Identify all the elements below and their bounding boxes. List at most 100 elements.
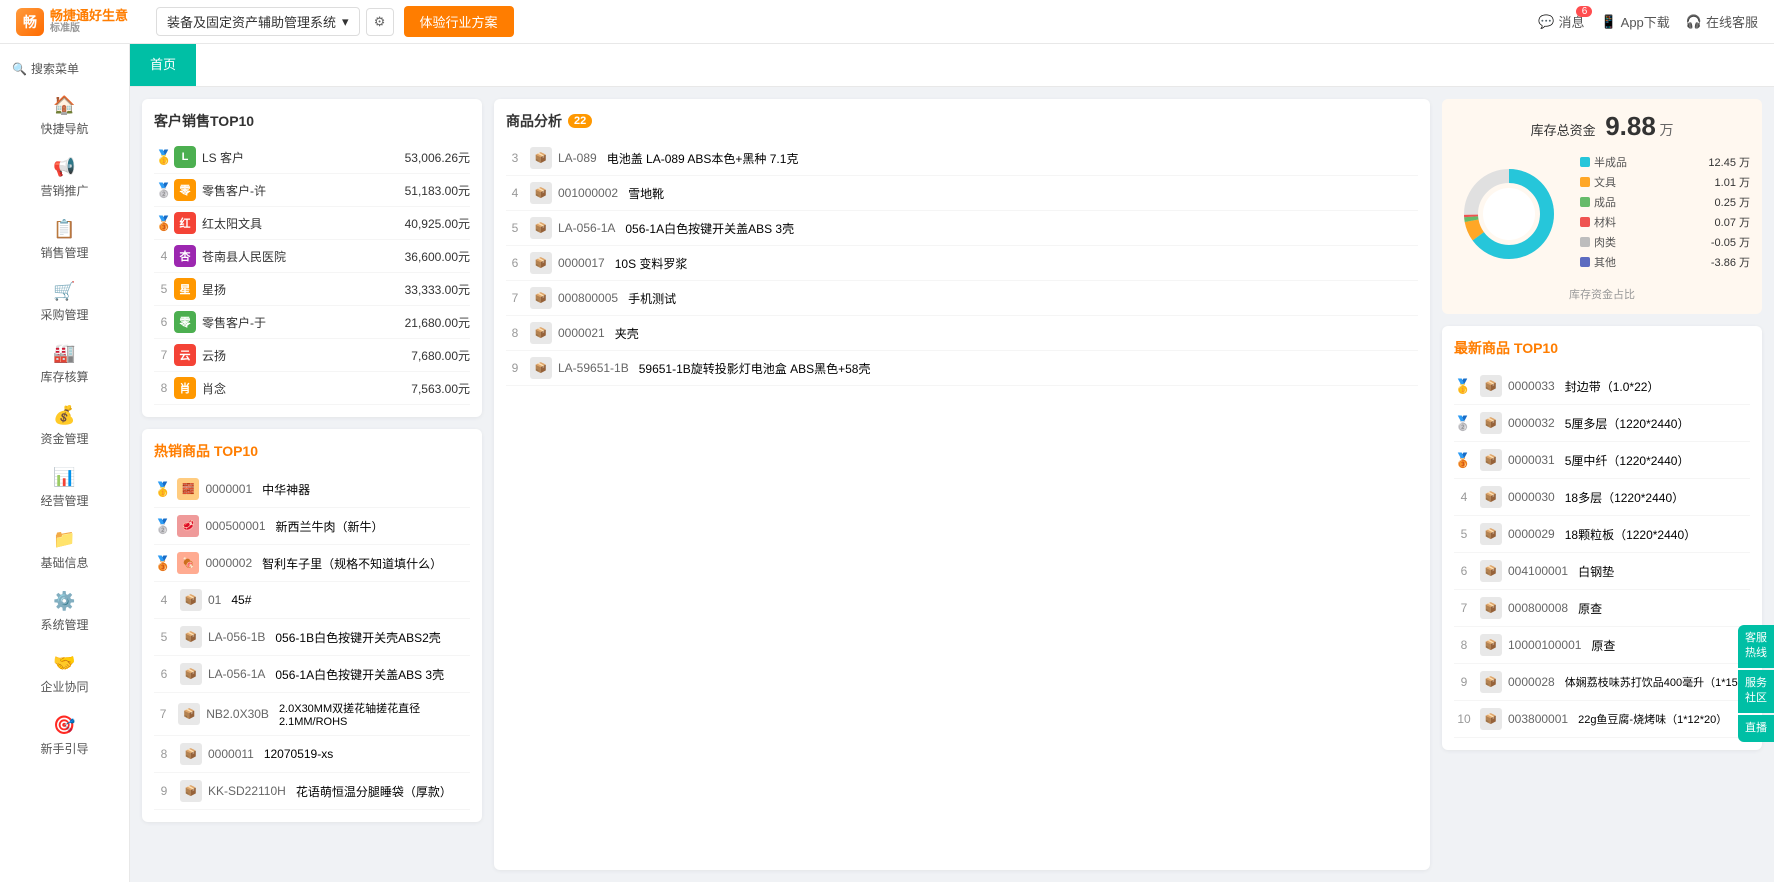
hot-products-title: 热销商品 TOP10 bbox=[154, 441, 470, 461]
new-medal-3: 🥉 bbox=[1454, 452, 1474, 469]
main-layout: 🔍 搜索菜单 🏠 快捷导航 📢 营销推广 📋 销售管理 🛒 采购管理 🏭 库存核… bbox=[0, 44, 1774, 882]
rank-avatar-1: L bbox=[174, 146, 196, 168]
sidebar-item-marketing[interactable]: 📢 营销推广 bbox=[0, 147, 129, 209]
rank-medal-3: 🥉 bbox=[154, 215, 174, 232]
float-btn-community[interactable]: 服务社区 bbox=[1738, 670, 1774, 713]
hot-product-row-5: 5 📦 LA-056-1B 056-1B白色按键开关壳ABS2壳 bbox=[154, 619, 470, 656]
message-button[interactable]: 💬 消息 6 bbox=[1538, 12, 1584, 31]
new-img-2: 📦 bbox=[1480, 412, 1502, 434]
legend-item-4: 肉类 -0.05 万 bbox=[1580, 234, 1750, 250]
sidebar-item-finance[interactable]: 💰 资金管理 bbox=[0, 395, 129, 457]
hot-product-row-9: 9 📦 KK-SD22110H 花语萌恒温分腿睡袋（厚款） bbox=[154, 773, 470, 810]
rank-medal-2: 🥈 bbox=[154, 182, 174, 199]
donut-container: 半成品 12.45 万 文具 1.01 万 成品 0 bbox=[1454, 146, 1750, 282]
sidebar-item-inventory[interactable]: 🏭 库存核算 bbox=[0, 333, 129, 395]
new-img-7: 📦 bbox=[1480, 597, 1502, 619]
float-btn-service[interactable]: 客服热线 bbox=[1738, 625, 1774, 668]
hot-medal-1: 🥇 bbox=[154, 481, 171, 498]
rank-row-8: 8 肖 肖念 7,563.00元 bbox=[154, 372, 470, 405]
new-products-card: 最新商品 TOP10 🥇 📦 0000033 封边带（1.0*22） 🥈 📦 0… bbox=[1442, 326, 1762, 750]
mid-product-row-1: 3 📦 LA-089 电池盖 LA-089 ABS本色+黑种 7.1克 bbox=[506, 141, 1418, 176]
new-img-6: 📦 bbox=[1480, 560, 1502, 582]
guide-icon: 🎯 bbox=[53, 715, 75, 736]
new-product-row-4: 4 📦 0000030 18多层（1220*2440） bbox=[1454, 479, 1750, 516]
headset-icon: 🎧 bbox=[1686, 14, 1702, 30]
new-product-row-5: 5 📦 0000029 18颗粒板（1220*2440） bbox=[1454, 516, 1750, 553]
new-img-9: 📦 bbox=[1480, 671, 1502, 693]
sidebar-item-sales[interactable]: 📋 销售管理 bbox=[0, 209, 129, 271]
new-products-title: 最新商品 TOP10 bbox=[1454, 338, 1750, 358]
left-column: 客户销售TOP10 🥇 L LS 客户 53,006.26元 🥈 零 零售客 bbox=[142, 99, 482, 870]
rank-medal-1: 🥇 bbox=[154, 149, 174, 166]
mid-product-row-2: 4 📦 001000002 雪地靴 bbox=[506, 176, 1418, 211]
logo-text: 畅捷通好生意 标准版 bbox=[50, 8, 128, 36]
legend-item-0: 半成品 12.45 万 bbox=[1580, 154, 1750, 170]
sidebar-item-basics[interactable]: 📁 基础信息 bbox=[0, 519, 129, 581]
customer-ranking-table: 🥇 L LS 客户 53,006.26元 🥈 零 零售客户-许 51,183.0… bbox=[154, 141, 470, 405]
content-tabs: 首页 bbox=[130, 44, 1774, 87]
sidebar-item-guide[interactable]: 🎯 新手引导 bbox=[0, 705, 129, 767]
mid-img-5: 📦 bbox=[530, 287, 552, 309]
settings-button[interactable]: ⚙ bbox=[366, 8, 394, 36]
mid-img-6: 📦 bbox=[530, 322, 552, 344]
new-img-5: 📦 bbox=[1480, 523, 1502, 545]
legend-item-3: 材料 0.07 万 bbox=[1580, 214, 1750, 230]
sidebar-item-system[interactable]: ⚙️ 系统管理 bbox=[0, 581, 129, 643]
legend-item-1: 文具 1.01 万 bbox=[1580, 174, 1750, 190]
search-menu-item[interactable]: 🔍 搜索菜单 bbox=[0, 52, 129, 85]
hot-product-row-1: 🥇 🧱 0000001 中华神器 bbox=[154, 471, 470, 508]
sidebar-item-collab[interactable]: 🤝 企业协同 bbox=[0, 643, 129, 705]
new-product-row-2: 🥈 📦 0000032 5厘多层（1220*2440） bbox=[1454, 405, 1750, 442]
new-product-row-7: 7 📦 000800008 原查 bbox=[1454, 590, 1750, 627]
legend-dot-1 bbox=[1580, 177, 1590, 187]
new-img-1: 📦 bbox=[1480, 375, 1502, 397]
hot-product-row-6: 6 📦 LA-056-1A 056-1A白色按键开关盖ABS 3壳 bbox=[154, 656, 470, 693]
legend-item-2: 成品 0.25 万 bbox=[1580, 194, 1750, 210]
mid-product-row-4: 6 📦 0000017 10S 变料罗浆 bbox=[506, 246, 1418, 281]
legend-dot-0 bbox=[1580, 157, 1590, 167]
customer-ranking-title: 客户销售TOP10 bbox=[154, 111, 470, 131]
mid-img-3: 📦 bbox=[530, 217, 552, 239]
product-analysis-title: 商品分析 22 bbox=[506, 111, 1418, 131]
chevron-down-icon: ▾ bbox=[342, 14, 349, 30]
hot-img-8: 📦 bbox=[180, 743, 202, 765]
collab-icon: 🤝 bbox=[53, 653, 75, 674]
mid-column: 商品分析 22 3 📦 LA-089 电池盖 LA-089 ABS本色+黑种 7… bbox=[494, 99, 1430, 870]
tab-home[interactable]: 首页 bbox=[130, 44, 196, 86]
new-img-3: 📦 bbox=[1480, 449, 1502, 471]
rank-row-5: 5 星 星扬 33,333.00元 bbox=[154, 273, 470, 306]
new-product-row-9: 9 📦 0000028 体娴荔枝味苏打饮品400毫升（1*15） bbox=[1454, 664, 1750, 701]
logo-icon: 畅 bbox=[16, 8, 44, 36]
new-img-8: 📦 bbox=[1480, 634, 1502, 656]
inventory-card: 库存总资金 9.88 万 bbox=[1442, 99, 1762, 314]
legend-dot-2 bbox=[1580, 197, 1590, 207]
legend-item-5: 其他 -3.86 万 bbox=[1580, 254, 1750, 270]
message-icon: 💬 bbox=[1538, 14, 1554, 30]
hot-product-row-4: 4 📦 01 45# bbox=[154, 582, 470, 619]
new-product-row-6: 6 📦 004100001 白钢垫 bbox=[1454, 553, 1750, 590]
hot-product-row-8: 8 📦 0000011 12070519-xs bbox=[154, 736, 470, 773]
sidebar: 🔍 搜索菜单 🏠 快捷导航 📢 营销推广 📋 销售管理 🛒 采购管理 🏭 库存核… bbox=[0, 44, 130, 882]
rank-avatar-4: 杏 bbox=[174, 245, 196, 267]
hot-medal-2: 🥈 bbox=[154, 518, 171, 535]
logo: 畅 畅捷通好生意 标准版 bbox=[16, 8, 146, 36]
hot-img-9: 📦 bbox=[180, 780, 202, 802]
mid-img-7: 📦 bbox=[530, 357, 552, 379]
app-download-button[interactable]: 📱 App下载 bbox=[1600, 12, 1669, 31]
sidebar-item-home[interactable]: 🏠 快捷导航 bbox=[0, 85, 129, 147]
system-selector[interactable]: 装备及固定资产辅助管理系统 ▾ bbox=[156, 7, 360, 36]
rank-row-4: 4 杏 苍南县人民医院 36,600.00元 bbox=[154, 240, 470, 273]
new-product-row-3: 🥉 📦 0000031 5厘中纤（1220*2440） bbox=[1454, 442, 1750, 479]
online-service-button[interactable]: 🎧 在线客服 bbox=[1686, 12, 1758, 31]
rank-avatar-2: 零 bbox=[174, 179, 196, 201]
legend-dot-4 bbox=[1580, 237, 1590, 247]
new-img-10: 📦 bbox=[1480, 708, 1502, 730]
hot-img-3: 🍖 bbox=[177, 552, 199, 574]
sidebar-item-operation[interactable]: 📊 经营管理 bbox=[0, 457, 129, 519]
float-buttons: 客服热线 服务社区 直播 bbox=[1738, 625, 1774, 742]
sidebar-item-purchase[interactable]: 🛒 采购管理 bbox=[0, 271, 129, 333]
phone-icon: 📱 bbox=[1600, 14, 1616, 30]
float-btn-live[interactable]: 直播 bbox=[1738, 715, 1774, 742]
mid-img-1: 📦 bbox=[530, 147, 552, 169]
trial-button[interactable]: 体验行业方案 bbox=[404, 6, 514, 37]
